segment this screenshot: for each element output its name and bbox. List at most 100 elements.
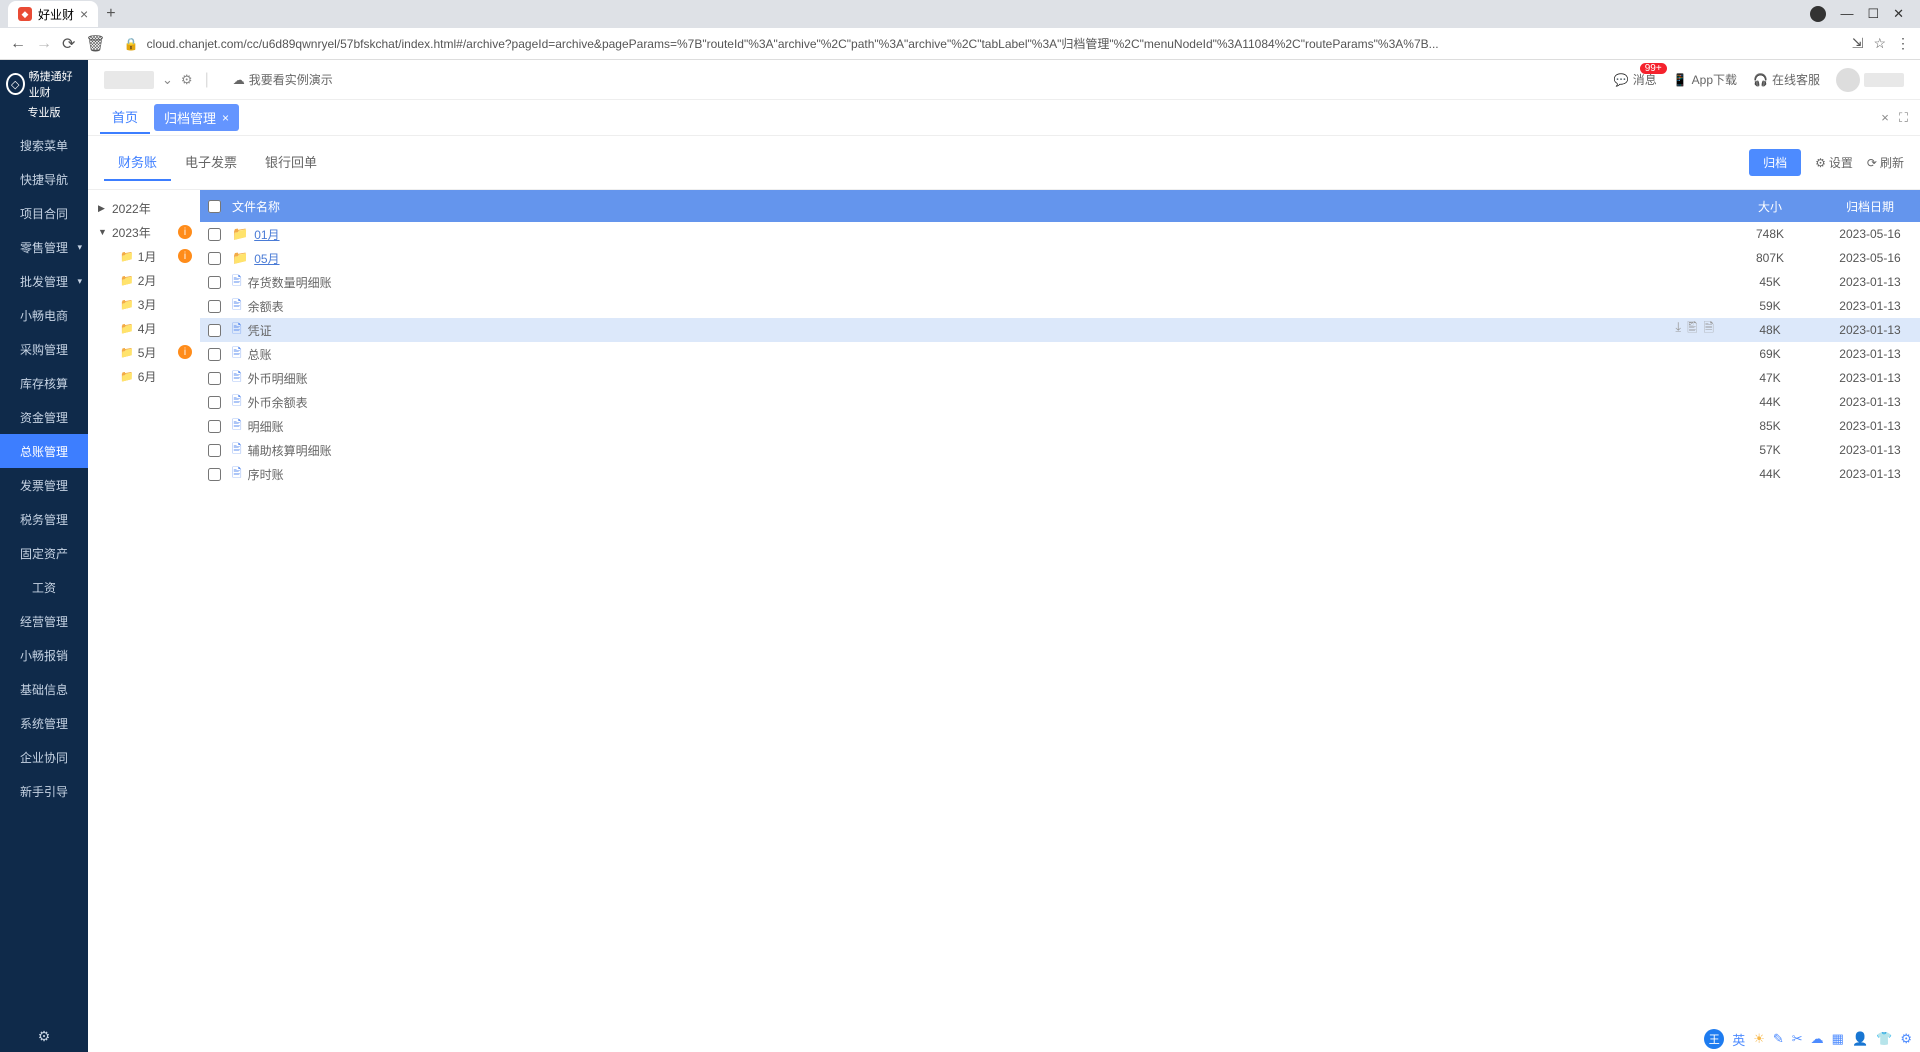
sidebar-item-9[interactable]: 总账管理 [0, 434, 88, 468]
minimize-icon[interactable]: — [1840, 6, 1853, 22]
ime-logo-icon[interactable]: 王 [1704, 1029, 1724, 1049]
kebab-icon[interactable]: ⋮ [1896, 35, 1910, 52]
tree-month[interactable]: 📁3月 [92, 292, 196, 316]
star-icon[interactable]: ☆ [1873, 35, 1886, 52]
sidebar-item-18[interactable]: 企业协同 [0, 740, 88, 774]
sidebar-item-7[interactable]: 库存核算 [0, 366, 88, 400]
sidebar-item-8[interactable]: 资金管理 [0, 400, 88, 434]
table-row[interactable]: 🖹外币余额表44K2023-01-13 [200, 390, 1920, 414]
settings-button[interactable]: ⚙ 设置 [1815, 154, 1853, 171]
table-row[interactable]: 🖹余额表59K2023-01-13 [200, 294, 1920, 318]
tray-person-icon[interactable]: 👤 [1852, 1031, 1868, 1047]
tray-image-icon[interactable]: ▦ [1832, 1031, 1844, 1047]
sidebar-item-6[interactable]: 采购管理 [0, 332, 88, 366]
row-checkbox[interactable] [208, 228, 221, 241]
tree-year[interactable]: ▶2022年 [92, 196, 196, 220]
row-checkbox[interactable] [208, 420, 221, 433]
sidebar-item-13[interactable]: 工资 [0, 570, 88, 604]
close-window-icon[interactable]: ✕ [1893, 6, 1904, 22]
action-export-icon[interactable]: ⤓ [1675, 319, 1681, 341]
sidebar-item-2[interactable]: 项目合同 [0, 196, 88, 230]
trash-icon[interactable]: 🗑 [85, 34, 105, 54]
browser-tab[interactable]: ◆ 好业财 × [8, 1, 98, 27]
select-all-checkbox[interactable] [208, 200, 221, 213]
table-row[interactable]: 🖹外币明细账47K2023-01-13 [200, 366, 1920, 390]
tree-month[interactable]: 📁4月 [92, 316, 196, 340]
row-checkbox[interactable] [208, 444, 221, 457]
tab-archive[interactable]: 归档管理 × [154, 104, 239, 131]
table-row[interactable]: 🖹序时账44K2023-01-13 [200, 462, 1920, 486]
reload-icon[interactable]: ⟳ [62, 34, 75, 54]
tray-gear-icon[interactable]: ⚙ [1900, 1031, 1912, 1047]
table-row[interactable]: 🖹存货数量明细账45K2023-01-13 [200, 270, 1920, 294]
new-tab-button[interactable]: + [106, 5, 115, 23]
messages-button[interactable]: 💬 消息 99+ [1614, 71, 1657, 88]
sidebar-item-14[interactable]: 经营管理 [0, 604, 88, 638]
refresh-button[interactable]: ⟳ 刷新 [1867, 154, 1904, 171]
action-pdf-icon[interactable]: 🖺 [1687, 319, 1697, 341]
sub-tab-1[interactable]: 电子发票 [171, 144, 251, 181]
sidebar-item-17[interactable]: 系统管理 [0, 706, 88, 740]
row-checkbox[interactable] [208, 372, 221, 385]
company-selector[interactable]: ⌄ ⚙ [104, 71, 193, 89]
row-checkbox[interactable] [208, 324, 221, 337]
sidebar-item-15[interactable]: 小畅报销 [0, 638, 88, 672]
sidebar-settings-button[interactable]: ⚙ [0, 1020, 88, 1052]
tree-month[interactable]: 📁5月i [92, 340, 196, 364]
sidebar-item-10[interactable]: 发票管理 [0, 468, 88, 502]
file-name[interactable]: 05月 [254, 250, 279, 267]
app-download-button[interactable]: 📱 App下载 [1673, 71, 1737, 88]
tray-scissors-icon[interactable]: ✂ [1792, 1031, 1803, 1047]
row-checkbox[interactable] [208, 300, 221, 313]
table-row[interactable]: 📁01月748K2023-05-16 [200, 222, 1920, 246]
table-row[interactable]: 🖹辅助核算明细账57K2023-01-13 [200, 438, 1920, 462]
gear-icon[interactable]: ⚙ [181, 72, 193, 88]
table-row[interactable]: 🖹明细账85K2023-01-13 [200, 414, 1920, 438]
back-icon[interactable]: ← [10, 35, 26, 53]
phone-icon: 📱 [1673, 73, 1688, 87]
sidebar-item-1[interactable]: 快捷导航 [0, 162, 88, 196]
tree-month[interactable]: 📁1月i [92, 244, 196, 268]
row-checkbox[interactable] [208, 396, 221, 409]
row-checkbox[interactable] [208, 276, 221, 289]
tray-sun-icon[interactable]: ☀ [1753, 1031, 1765, 1047]
sub-tab-0[interactable]: 财务账 [104, 144, 171, 181]
online-service-button[interactable]: 🎧 在线客服 [1753, 71, 1820, 88]
sidebar-item-0[interactable]: 搜索菜单 [0, 128, 88, 162]
tray-edit-icon[interactable]: ✎ [1773, 1031, 1784, 1047]
user-circle-icon[interactable] [1810, 6, 1826, 22]
tree-year[interactable]: ▼2023年i [92, 220, 196, 244]
demo-link[interactable]: ☁ 我要看实例演示 [233, 71, 333, 88]
sidebar-item-16[interactable]: 基础信息 [0, 672, 88, 706]
url-bar[interactable]: 🔒 cloud.chanjet.com/cc/u6d89qwnryel/57bf… [116, 35, 1842, 52]
sidebar-item-5[interactable]: 小畅电商 [0, 298, 88, 332]
tree-month[interactable]: 📁2月 [92, 268, 196, 292]
tab-close-icon[interactable]: × [222, 111, 229, 125]
install-icon[interactable]: ⇲ [1852, 35, 1864, 52]
table-row[interactable]: 🖹凭证⤓🖺🗎48K2023-01-13 [200, 318, 1920, 342]
tree-month[interactable]: 📁6月 [92, 364, 196, 388]
ime-lang[interactable]: 英 [1732, 1030, 1745, 1049]
sidebar-item-3[interactable]: 零售管理▾ [0, 230, 88, 264]
maximize-icon[interactable]: ☐ [1867, 6, 1879, 22]
tab-close-icon[interactable]: × [80, 6, 88, 22]
tabs-close-all-icon[interactable]: × [1881, 110, 1889, 126]
row-checkbox[interactable] [208, 348, 221, 361]
row-checkbox[interactable] [208, 468, 221, 481]
sub-tab-2[interactable]: 银行回单 [251, 144, 331, 181]
sidebar-item-19[interactable]: 新手引导 [0, 774, 88, 808]
sidebar-item-4[interactable]: 批发管理▾ [0, 264, 88, 298]
action-preview-icon[interactable]: 🗎 [1704, 319, 1714, 341]
tray-cloud-icon[interactable]: ☁ [1811, 1031, 1824, 1047]
user-menu[interactable] [1836, 68, 1904, 92]
archive-button[interactable]: 归档 [1749, 149, 1801, 176]
tab-home[interactable]: 首页 [100, 101, 150, 134]
fullscreen-icon[interactable]: ⛶ [1899, 110, 1908, 126]
tray-shirt-icon[interactable]: 👕 [1876, 1031, 1892, 1047]
sidebar-item-11[interactable]: 税务管理 [0, 502, 88, 536]
table-row[interactable]: 🖹总账69K2023-01-13 [200, 342, 1920, 366]
table-row[interactable]: 📁05月807K2023-05-16 [200, 246, 1920, 270]
row-checkbox[interactable] [208, 252, 221, 265]
file-name[interactable]: 01月 [254, 226, 279, 243]
sidebar-item-12[interactable]: 固定资产 [0, 536, 88, 570]
